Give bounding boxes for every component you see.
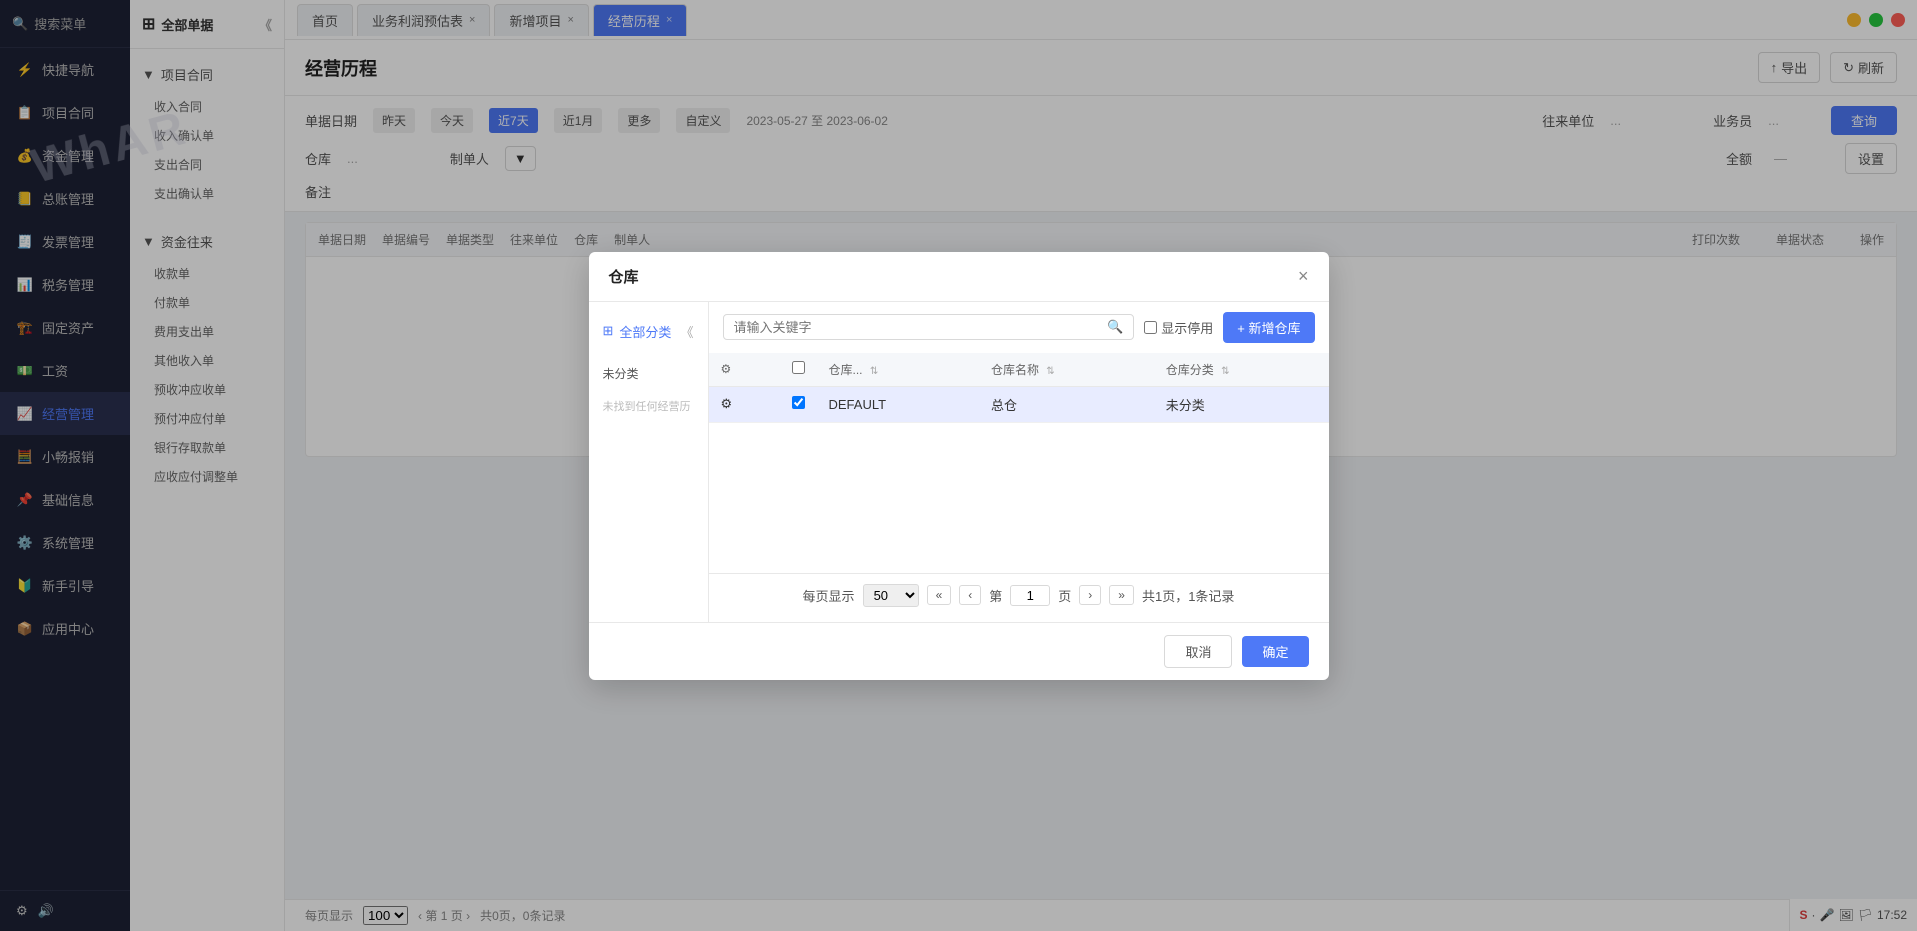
warehouse-table-header: ⚙ 仓库... ⇅ 仓库名称 ⇅ — [709, 353, 1329, 387]
row-settings-cell: ⚙ — [709, 386, 780, 422]
sort-code-icon[interactable]: ⇅ — [870, 366, 878, 377]
next-page-btn[interactable]: › — [1079, 585, 1101, 605]
page-end: 页 — [1058, 586, 1071, 605]
modal-body: ⊞ 全部分类 《 未分类 未找到任何经营历 🔍 显示停用 + — [589, 302, 1329, 622]
row-checkbox-cell[interactable] — [780, 386, 817, 422]
th-code-label: 仓库... — [829, 363, 863, 377]
per-page-select[interactable]: 50 100 — [863, 584, 919, 607]
warehouse-modal: 仓库 × ⊞ 全部分类 《 未分类 未找到任何经营历 🔍 — [589, 252, 1329, 680]
warehouse-table: ⚙ 仓库... ⇅ 仓库名称 ⇅ — [709, 353, 1329, 423]
th-checkbox — [780, 353, 817, 387]
modal-left-empty: 未分类 未找到任何经营历 — [589, 351, 708, 422]
warehouse-table-body: ⚙ DEFAULT 总仓 未分类 — [709, 386, 1329, 422]
total-label: 共1页，1条记录 — [1142, 586, 1234, 605]
collapse-left-icon[interactable]: 《 — [680, 322, 693, 341]
add-warehouse-button[interactable]: + 新增仓库 — [1223, 312, 1314, 343]
cancel-button[interactable]: 取消 — [1164, 635, 1232, 668]
modal-right-toolbar: 🔍 显示停用 + 新增仓库 — [709, 302, 1329, 353]
grid-icon-modal: ⊞ — [603, 323, 614, 339]
row-name-cell: 总仓 — [979, 386, 1154, 422]
table-row[interactable]: ⚙ DEFAULT 总仓 未分类 — [709, 386, 1329, 422]
page-label: 第 — [989, 586, 1002, 605]
th-category: 仓库分类 ⇅ — [1154, 353, 1329, 387]
th-category-label: 仓库分类 — [1166, 363, 1214, 377]
all-category-label: 全部分类 — [619, 322, 671, 341]
show-disabled-text: 显示停用 — [1161, 318, 1213, 337]
last-page-btn[interactable]: » — [1109, 585, 1134, 605]
th-name-label: 仓库名称 — [991, 363, 1039, 377]
warehouse-search-box[interactable]: 🔍 — [723, 314, 1135, 340]
warehouse-search-input[interactable] — [734, 320, 1102, 335]
th-settings: ⚙ — [709, 353, 780, 387]
modal-right-panel: 🔍 显示停用 + 新增仓库 ⚙ — [709, 302, 1329, 622]
show-disabled-label[interactable]: 显示停用 — [1144, 318, 1213, 337]
all-category-item[interactable]: ⊞ 全部分类 《 — [589, 312, 708, 351]
th-name: 仓库名称 ⇅ — [979, 353, 1154, 387]
first-page-btn[interactable]: « — [927, 585, 952, 605]
sort-category-icon[interactable]: ⇅ — [1221, 366, 1229, 377]
uncategorized-label[interactable]: 未分类 — [603, 359, 694, 388]
show-disabled-checkbox[interactable] — [1144, 321, 1157, 334]
select-all-checkbox[interactable] — [792, 361, 805, 374]
confirm-button[interactable]: 确定 — [1242, 636, 1308, 667]
row-checkbox[interactable] — [792, 396, 805, 409]
modal-footer: 取消 确定 — [589, 622, 1329, 680]
modal-close-button[interactable]: × — [1298, 267, 1309, 285]
sort-name-icon[interactable]: ⇅ — [1046, 366, 1054, 377]
page-input[interactable] — [1010, 585, 1050, 606]
row-code-cell: DEFAULT — [817, 386, 979, 422]
th-code: 仓库... ⇅ — [817, 353, 979, 387]
modal-header: 仓库 × — [589, 252, 1329, 302]
modal-table-container: ⚙ 仓库... ⇅ 仓库名称 ⇅ — [709, 353, 1329, 573]
prev-page-btn[interactable]: ‹ — [959, 585, 981, 605]
settings-icon: ⚙ — [721, 362, 732, 376]
modal-pagination: 每页显示 50 100 « ‹ 第 页 › » 共1页，1条记录 — [709, 573, 1329, 617]
row-category-cell: 未分类 — [1154, 386, 1329, 422]
per-page-label: 每页显示 — [803, 586, 855, 605]
modal-left-panel: ⊞ 全部分类 《 未分类 未找到任何经营历 — [589, 302, 709, 622]
search-icon-modal: 🔍 — [1107, 319, 1123, 335]
empty-msg: 未找到任何经营历 — [603, 398, 694, 414]
modal-title: 仓库 — [609, 266, 639, 287]
